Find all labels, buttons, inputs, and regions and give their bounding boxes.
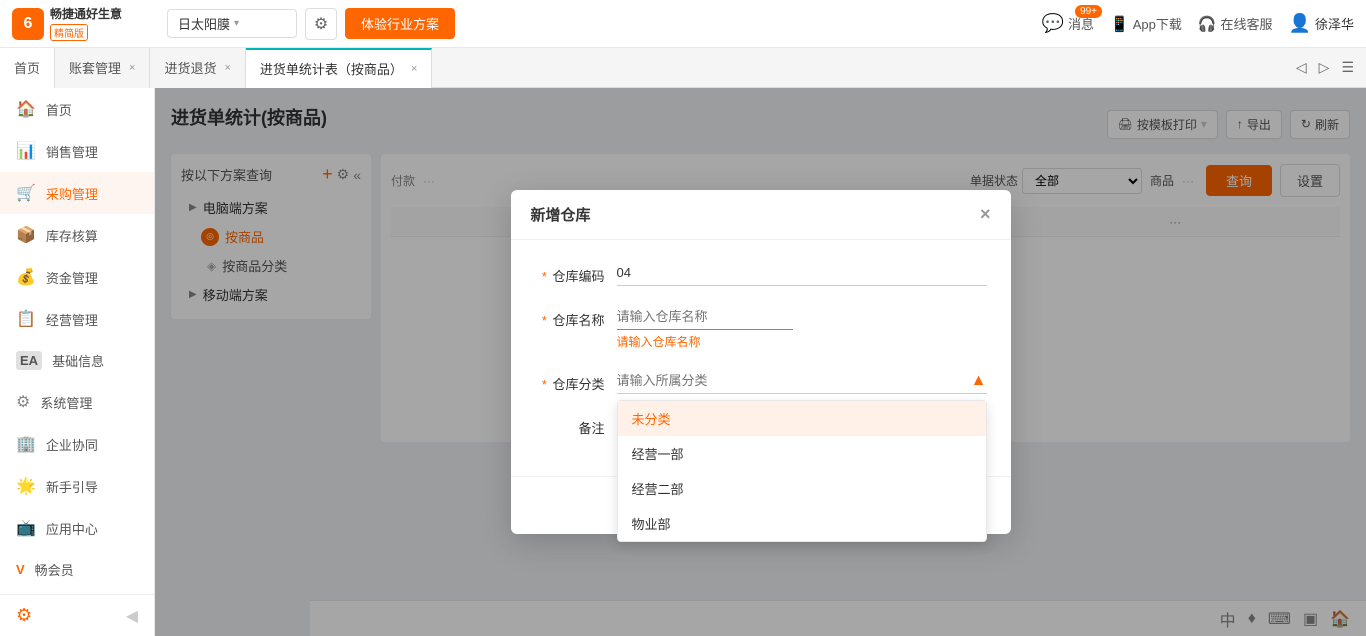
tab-controls: ◁ ▷ ☰	[1284, 57, 1366, 78]
tab-purchase-return[interactable]: 进货退货 ×	[150, 48, 245, 88]
code-label: * 仓库编码	[535, 260, 605, 285]
dropdown-option-none[interactable]: 未分类	[618, 401, 986, 436]
category-label: * 仓库分类	[535, 368, 605, 393]
capital-icon: 💰	[16, 267, 36, 287]
modal-title: 新增仓库	[531, 204, 591, 225]
top-header: 6 畅捷通好生意 精简版 日太阳膜 ▾ ⚙ 体验行业方案 💬 消息 99+ 📱 …	[0, 0, 1366, 48]
sidebar-collapse-icon[interactable]: ◀	[126, 606, 138, 626]
name-input[interactable]	[617, 304, 793, 330]
sidebar-settings-icon[interactable]: ⚙	[16, 605, 32, 626]
app-download-button[interactable]: 📱 App下载	[1110, 14, 1182, 33]
remarks-label: 备注	[535, 412, 605, 437]
header-middle: 日太阳膜 ▾ ⚙ 体验行业方案	[167, 8, 1042, 40]
sidebar-item-home[interactable]: 🏠 首页	[0, 88, 154, 130]
sidebar-item-guide[interactable]: 🌟 新手引导	[0, 465, 154, 507]
tab-prev-icon[interactable]: ◁	[1292, 57, 1311, 78]
sidebar-item-capital[interactable]: 💰 资金管理	[0, 256, 154, 298]
user-avatar[interactable]: 👤 徐泽华	[1289, 13, 1354, 34]
store-selector[interactable]: 日太阳膜 ▾	[167, 9, 297, 38]
tab-next-icon[interactable]: ▷	[1315, 57, 1334, 78]
modal-close-button[interactable]: ×	[980, 204, 991, 225]
category-toggle-icon[interactable]: ▲	[971, 372, 987, 390]
sidebar-item-apps[interactable]: 📺 应用中心	[0, 507, 154, 549]
online-service-button[interactable]: 🎧 在线客服	[1198, 14, 1273, 33]
tab-menu-icon[interactable]: ☰	[1337, 57, 1358, 78]
tab-account-close[interactable]: ×	[129, 62, 135, 74]
logo-text: 畅捷通好生意 精简版	[50, 5, 122, 42]
inventory-icon: 📦	[16, 225, 36, 245]
modal-overlay: 新增仓库 × * 仓库编码	[155, 88, 1366, 636]
logo-area: 6 畅捷通好生意 精简版	[12, 5, 167, 42]
sidebar-bottom: ⚙ ◀	[0, 594, 154, 636]
apps-icon: 📺	[16, 518, 36, 538]
category-wrap: ▲ 未分类 经营一部 经营二部 物业部	[617, 368, 987, 394]
enterprise-icon: 🏢	[16, 434, 36, 454]
operations-icon: 📋	[16, 309, 36, 329]
tab-purchase-summary-close[interactable]: ×	[411, 63, 417, 75]
sidebar-item-member[interactable]: V 畅会员	[0, 549, 154, 590]
category-dropdown: 未分类 经营一部 经营二部 物业部	[617, 400, 987, 542]
sidebar-item-basic[interactable]: EA 基础信息	[0, 340, 154, 381]
sidebar-item-system[interactable]: ⚙ 系统管理	[0, 381, 154, 423]
system-icon: ⚙	[16, 392, 30, 412]
sidebar-item-operations[interactable]: 📋 经营管理	[0, 298, 154, 340]
main-layout: 🏠 首页 📊 销售管理 🛒 采购管理 📦 库存核算 💰 资金管理 📋 经营管理 …	[0, 88, 1366, 636]
code-input[interactable]	[617, 260, 987, 286]
message-badge: 99+	[1075, 5, 1102, 18]
sidebar: 🏠 首页 📊 销售管理 🛒 采购管理 📦 库存核算 💰 资金管理 📋 经营管理 …	[0, 88, 155, 636]
tab-purchase-summary[interactable]: 进货单统计表（按商品） ×	[246, 48, 432, 88]
name-error-msg: 请输入仓库名称	[617, 333, 793, 350]
modal-header: 新增仓库 ×	[511, 190, 1011, 240]
name-field-wrap: 请输入仓库名称	[617, 304, 793, 350]
form-row-code: * 仓库编码	[535, 260, 987, 286]
dropdown-option-dept1[interactable]: 经营一部	[618, 436, 986, 471]
messages-button[interactable]: 💬 消息 99+	[1042, 13, 1094, 34]
dropdown-option-dept3[interactable]: 物业部	[618, 506, 986, 541]
member-icon: V	[16, 562, 25, 577]
sidebar-item-inventory[interactable]: 📦 库存核算	[0, 214, 154, 256]
basic-icon: EA	[16, 351, 42, 370]
form-row-category: * 仓库分类 ▲ 未分类 经营一部 经	[535, 368, 987, 394]
category-input-row: ▲	[617, 368, 987, 394]
logo-icon: 6	[12, 8, 44, 40]
chevron-down-icon: ▾	[234, 18, 239, 29]
header-right: 💬 消息 99+ 📱 App下载 🎧 在线客服 👤 徐泽华	[1042, 13, 1354, 34]
sidebar-item-sales[interactable]: 📊 销售管理	[0, 130, 154, 172]
sidebar-item-enterprise[interactable]: 🏢 企业协同	[0, 423, 154, 465]
add-warehouse-modal: 新增仓库 × * 仓库编码	[511, 190, 1011, 534]
settings-icon[interactable]: ⚙	[305, 8, 337, 40]
form-row-name: * 仓库名称 请输入仓库名称	[535, 304, 987, 350]
sidebar-item-purchase[interactable]: 🛒 采购管理	[0, 172, 154, 214]
purchase-icon: 🛒	[16, 183, 36, 203]
category-input[interactable]	[617, 368, 971, 393]
modal-body: * 仓库编码 * 仓库名称	[511, 240, 1011, 476]
dropdown-option-dept2[interactable]: 经营二部	[618, 471, 986, 506]
name-label: * 仓库名称	[535, 304, 605, 329]
tab-account[interactable]: 账套管理 ×	[55, 48, 150, 88]
sales-icon: 📊	[16, 141, 36, 161]
content-area: 进货单统计(按商品) 🖨 按模板打印 ▾ ↑ 导出 ↻ 刷新	[155, 88, 1366, 636]
tabs-bar: 首页 账套管理 × 进货退货 × 进货单统计表（按商品） × ◁ ▷ ☰	[0, 48, 1366, 88]
home-tab-label: 首页	[14, 58, 40, 77]
tab-home[interactable]: 首页	[0, 48, 55, 88]
trial-button[interactable]: 体验行业方案	[345, 8, 455, 39]
guide-icon: 🌟	[16, 476, 36, 496]
home-icon: 🏠	[16, 99, 36, 119]
tab-purchase-return-close[interactable]: ×	[224, 62, 230, 74]
